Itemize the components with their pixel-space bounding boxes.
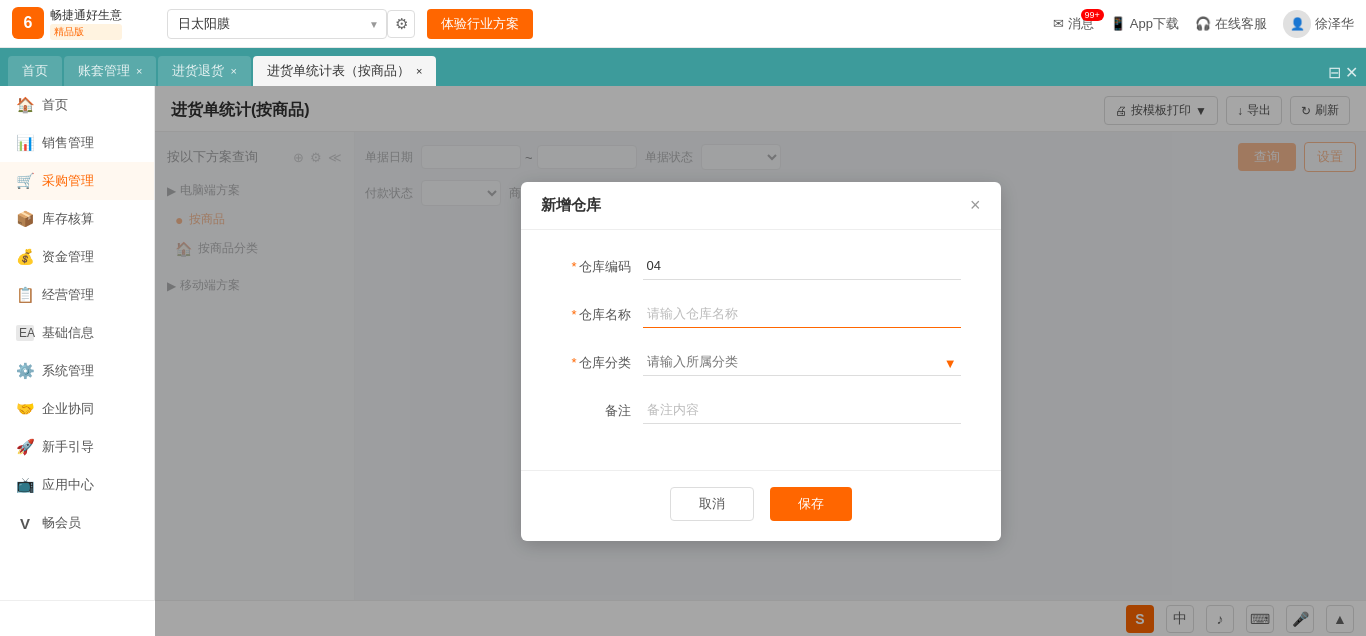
online-service-nav-item[interactable]: 🎧 在线客服 [1195, 15, 1267, 33]
category-input[interactable] [643, 350, 961, 376]
tab-account[interactable]: 账套管理 × [64, 56, 156, 86]
tab-purchase-return[interactable]: 进货退货 × [158, 56, 250, 86]
settings-icon[interactable]: ⚙ [387, 10, 415, 38]
phone-icon: 📱 [1110, 16, 1126, 31]
sales-icon: 📊 [16, 134, 34, 152]
form-row-category: 仓库分类 ▼ [561, 350, 961, 376]
tab-home[interactable]: 首页 [8, 56, 62, 86]
home-icon: 🏠 [16, 96, 34, 114]
sidebar: 🏠 首页 📊 销售管理 🛒 采购管理 📦 库存核算 💰 资金管理 📋 经营管理 … [0, 86, 155, 636]
nav-center: 体验行业方案 [427, 9, 1053, 39]
avatar: 👤 [1283, 10, 1311, 38]
category-select-wrapper: ▼ [643, 350, 961, 376]
tab-close-account[interactable]: × [136, 65, 142, 77]
category-dropdown-icon[interactable]: ▼ [944, 355, 957, 370]
save-btn[interactable]: 保存 [770, 487, 852, 521]
tab-close-purchase-return[interactable]: × [230, 65, 236, 77]
system-icon: ⚙️ [16, 362, 34, 380]
tab-close-all-icon[interactable]: ✕ [1345, 63, 1358, 82]
member-icon: V [16, 515, 34, 532]
tab-close-purchase-stats[interactable]: × [416, 65, 422, 77]
tab-bar: 首页 账套管理 × 进货退货 × 进货单统计表（按商品） × ⊟ ✕ [0, 48, 1366, 86]
form-row-note: 备注 [561, 398, 961, 424]
finance-icon: 💰 [16, 248, 34, 266]
modal-title: 新增仓库 [541, 196, 601, 215]
guide-icon: 🚀 [16, 438, 34, 456]
tab-prev-icon[interactable]: ⊟ [1328, 63, 1341, 82]
sidebar-item-purchase[interactable]: 🛒 采购管理 [0, 162, 154, 200]
logo-icon: 6 [12, 7, 44, 39]
sidebar-item-enterprise[interactable]: 🤝 企业协同 [0, 390, 154, 428]
new-warehouse-modal: 新增仓库 × 仓库编码 仓库名称 仓库分类 [521, 182, 1001, 541]
name-input[interactable] [643, 302, 961, 328]
content-area: 进货单统计(按商品) 🖨 按模板打印 ▼ ↓ 导出 ↻ 刷新 [155, 86, 1366, 636]
sidebar-item-member[interactable]: V 畅会员 [0, 504, 154, 542]
sidebar-item-operation[interactable]: 📋 经营管理 [0, 276, 154, 314]
form-row-name: 仓库名称 [561, 302, 961, 328]
name-label: 仓库名称 [561, 306, 631, 324]
code-label: 仓库编码 [561, 258, 631, 276]
logo-area: 6 畅捷通好生意 精品版 [12, 7, 167, 40]
user-nav-item[interactable]: 👤 徐泽华 [1283, 10, 1354, 38]
search-box: ▼ [167, 9, 387, 39]
form-row-code: 仓库编码 [561, 254, 961, 280]
sidebar-item-sales[interactable]: 📊 销售管理 [0, 124, 154, 162]
modal-overlay: 新增仓库 × 仓库编码 仓库名称 仓库分类 [155, 86, 1366, 636]
sidebar-item-apps[interactable]: 📺 应用中心 [0, 466, 154, 504]
modal-close-btn[interactable]: × [970, 196, 981, 214]
sidebar-item-home[interactable]: 🏠 首页 [0, 86, 154, 124]
note-input[interactable] [643, 398, 961, 424]
code-input[interactable] [643, 254, 961, 280]
app-download-nav-item[interactable]: 📱 App下载 [1110, 15, 1179, 33]
tab-controls: ⊟ ✕ [1328, 63, 1358, 86]
category-label: 仓库分类 [561, 354, 631, 372]
apps-icon: 📺 [16, 476, 34, 494]
sidebar-item-guide[interactable]: 🚀 新手引导 [0, 428, 154, 466]
main-layout: 🏠 首页 📊 销售管理 🛒 采购管理 📦 库存核算 💰 资金管理 📋 经营管理 … [0, 86, 1366, 636]
purchase-icon: 🛒 [16, 172, 34, 190]
note-label: 备注 [561, 402, 631, 420]
logo-text: 畅捷通好生意 精品版 [50, 7, 122, 40]
message-badge: 99+ [1081, 9, 1104, 21]
sidebar-item-basic-info[interactable]: EA 基础信息 [0, 314, 154, 352]
cancel-btn[interactable]: 取消 [670, 487, 754, 521]
basic-info-icon: EA [16, 325, 34, 341]
search-input[interactable] [167, 9, 387, 39]
experience-btn[interactable]: 体验行业方案 [427, 9, 533, 39]
headset-icon: 🎧 [1195, 16, 1211, 31]
search-dropdown-icon[interactable]: ▼ [369, 18, 379, 29]
tab-purchase-stats[interactable]: 进货单统计表（按商品） × [253, 56, 436, 86]
modal-header: 新增仓库 × [521, 182, 1001, 230]
inventory-icon: 📦 [16, 210, 34, 228]
sidebar-item-inventory[interactable]: 📦 库存核算 [0, 200, 154, 238]
modal-footer: 取消 保存 [521, 470, 1001, 541]
sidebar-item-finance[interactable]: 💰 资金管理 [0, 238, 154, 276]
nav-right: ✉ 消息 99+ 📱 App下载 🎧 在线客服 👤 徐泽华 [1053, 10, 1354, 38]
enterprise-icon: 🤝 [16, 400, 34, 418]
top-nav: 6 畅捷通好生意 精品版 ▼ ⚙ 体验行业方案 ✉ 消息 99+ 📱 App下载… [0, 0, 1366, 48]
message-icon: ✉ [1053, 16, 1064, 31]
sidebar-item-system[interactable]: ⚙️ 系统管理 [0, 352, 154, 390]
operation-icon: 📋 [16, 286, 34, 304]
messages-nav-item[interactable]: ✉ 消息 99+ [1053, 15, 1094, 33]
modal-body: 仓库编码 仓库名称 仓库分类 ▼ [521, 230, 1001, 470]
